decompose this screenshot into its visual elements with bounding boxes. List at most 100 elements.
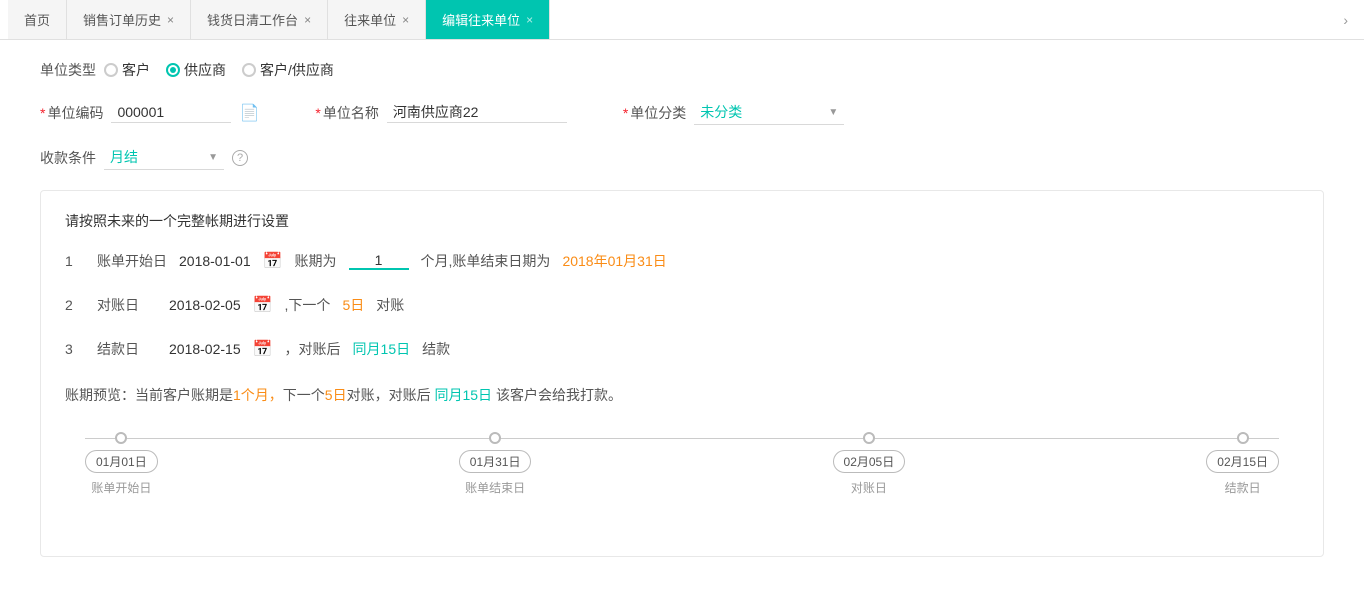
row-2-cal-icon[interactable]: 📅 [253,295,273,315]
preview-highlight1: 1个月， [233,387,283,403]
row-2-date: 2018-02-05 [169,297,241,313]
preview-highlight2: 5日 [325,387,347,403]
point-2-label: 01月31日 [459,450,532,473]
timeline-points: 01月01日 账单开始日 01月31日 账单结束日 02月05日 对账日 [85,432,1279,496]
tab-cashier-close[interactable]: × [304,13,311,27]
point-1-label: 01月01日 [85,450,158,473]
point-3-circle [863,432,875,444]
row-1-cal-icon[interactable]: 📅 [263,251,283,271]
point-3-label: 02月05日 [833,450,906,473]
timeline-point-3: 02月05日 对账日 [833,432,906,496]
name-field-group: *单位名称 [315,102,566,123]
point-3-sublabel: 对账日 [851,479,887,496]
row-1-date: 2018-01-01 [179,253,251,269]
tab-partner-close[interactable]: × [402,13,409,27]
preview-text: 账期预览：当前客户账期是1个月，下一个5日对账，对账后 同月15日 该客户会给我… [65,383,1299,408]
tab-sales-history-label: 销售订单历史 [83,10,161,29]
period-input[interactable] [349,252,409,270]
category-value: 未分类 [700,102,824,122]
tab-edit-partner-label: 编辑往来单位 [442,10,520,29]
radio-supplier-label: 供应商 [184,60,226,80]
code-name-category-row: *单位编码 📄 *单位名称 *单位分类 未分类 ▼ [40,100,1324,125]
payment-row: 收款条件 月结 ▼ ? [40,145,1324,170]
tab-home-label: 首页 [24,10,50,29]
point-4-circle [1237,432,1249,444]
tab-more-arrow[interactable]: › [1335,0,1356,39]
row-2-highlight: 5日 [342,295,364,315]
tab-cashier[interactable]: 钱货日清工作台 × [191,0,328,39]
row-2-label: 对账日 [97,295,157,315]
name-input[interactable] [387,102,567,123]
row-1-num: 1 [65,253,85,269]
tab-partner[interactable]: 往来单位 × [328,0,426,39]
category-dropdown[interactable]: 未分类 ▼ [694,100,844,125]
row-3-desc-suffix: 结款 [422,339,450,359]
code-book-icon[interactable]: 📄 [239,103,259,123]
radio-customer-label: 客户 [122,60,150,80]
row-3-highlight: 同月15日 [353,339,411,359]
code-input[interactable] [111,102,231,123]
unit-type-label: 单位类型 [40,60,96,80]
point-1-sublabel: 账单开始日 [91,479,151,496]
row-2-desc-prefix: ,下一个 [285,295,331,315]
row-1-label: 账单开始日 [97,251,167,271]
tab-edit-partner[interactable]: 编辑往来单位 × [426,0,550,39]
radio-customer[interactable]: 客户 [104,60,150,80]
tab-edit-partner-close[interactable]: × [526,13,533,27]
payment-value: 月结 [110,147,204,167]
radio-supplier[interactable]: 供应商 [166,60,226,80]
tab-sales-history[interactable]: 销售订单历史 × [67,0,191,39]
tabs-bar: 首页 销售订单历史 × 钱货日清工作台 × 往来单位 × 编辑往来单位 × › [0,0,1364,40]
preview-prefix: 账期预览：当前客户账期是 [65,387,233,403]
point-4-sublabel: 结款日 [1225,479,1261,496]
preview-suffix: 该客户会给我打款。 [496,387,622,403]
setting-row-2: 2 对账日 2018-02-05 📅 ,下一个 5日对账 [65,295,1299,315]
radio-both-circle [242,63,256,77]
unit-type-row: 单位类型 客户 供应商 客户/供应商 [40,60,1324,80]
payment-label: 收款条件 [40,148,96,168]
category-field-group: *单位分类 未分类 ▼ [623,100,844,125]
section-title: 请按照未来的一个完整帐期进行设置 [65,211,1299,231]
payment-arrow-icon: ▼ [208,152,218,163]
row-1-period-end: 2018年01月31日 [562,251,666,271]
timeline-point-4: 02月15日 结款日 [1206,432,1279,496]
category-arrow-icon: ▼ [828,107,838,118]
tab-cashier-label: 钱货日清工作台 [207,10,298,29]
tab-partner-label: 往来单位 [344,10,396,29]
preview-middle2: 对账，对账后 [347,387,431,403]
timeline-point-1: 01月01日 账单开始日 [85,432,158,496]
setting-row-3: 3 结款日 2018-02-15 📅 ，对账后同月15日结款 [65,339,1299,359]
row-2-desc-suffix: 对账 [376,295,404,315]
setting-row-1: 1 账单开始日 2018-01-01 📅 账期为 个月,账单结束日期为 2018… [65,251,1299,271]
row-1-period-suffix: 个月,账单结束日期为 [421,251,551,271]
main-content: 单位类型 客户 供应商 客户/供应商 *单位编码 📄 [0,40,1364,608]
row-1-period-prefix: 账期为 [295,251,337,271]
payment-help-icon[interactable]: ? [232,150,248,166]
radio-supplier-circle [166,63,180,77]
timeline-container: 01月01日 账单开始日 01月31日 账单结束日 02月05日 对账日 [65,432,1299,536]
row-3-desc-prefix: ，对账后 [285,339,341,359]
timeline-point-2: 01月31日 账单结束日 [459,432,532,496]
tab-sales-history-close[interactable]: × [167,13,174,27]
preview-middle1: 下一个 [283,387,325,403]
row-3-date: 2018-02-15 [169,341,241,357]
code-label: *单位编码 [40,103,103,123]
row-2-num: 2 [65,297,85,313]
radio-both-label: 客户/供应商 [260,60,334,80]
point-2-circle [489,432,501,444]
payment-dropdown[interactable]: 月结 ▼ [104,145,224,170]
row-3-cal-icon[interactable]: 📅 [253,339,273,359]
tab-home[interactable]: 首页 [8,0,67,39]
point-1-circle [115,432,127,444]
row-3-num: 3 [65,341,85,357]
point-4-label: 02月15日 [1206,450,1279,473]
radio-customer-circle [104,63,118,77]
unit-type-radio-group: 客户 供应商 客户/供应商 [104,60,334,80]
settings-section: 请按照未来的一个完整帐期进行设置 1 账单开始日 2018-01-01 📅 账期… [40,190,1324,557]
point-2-sublabel: 账单结束日 [465,479,525,496]
code-field-group: *单位编码 📄 [40,102,259,123]
row-3-label: 结款日 [97,339,157,359]
radio-both[interactable]: 客户/供应商 [242,60,334,80]
preview-highlight3: 同月15日 [434,387,492,403]
name-label: *单位名称 [315,103,378,123]
